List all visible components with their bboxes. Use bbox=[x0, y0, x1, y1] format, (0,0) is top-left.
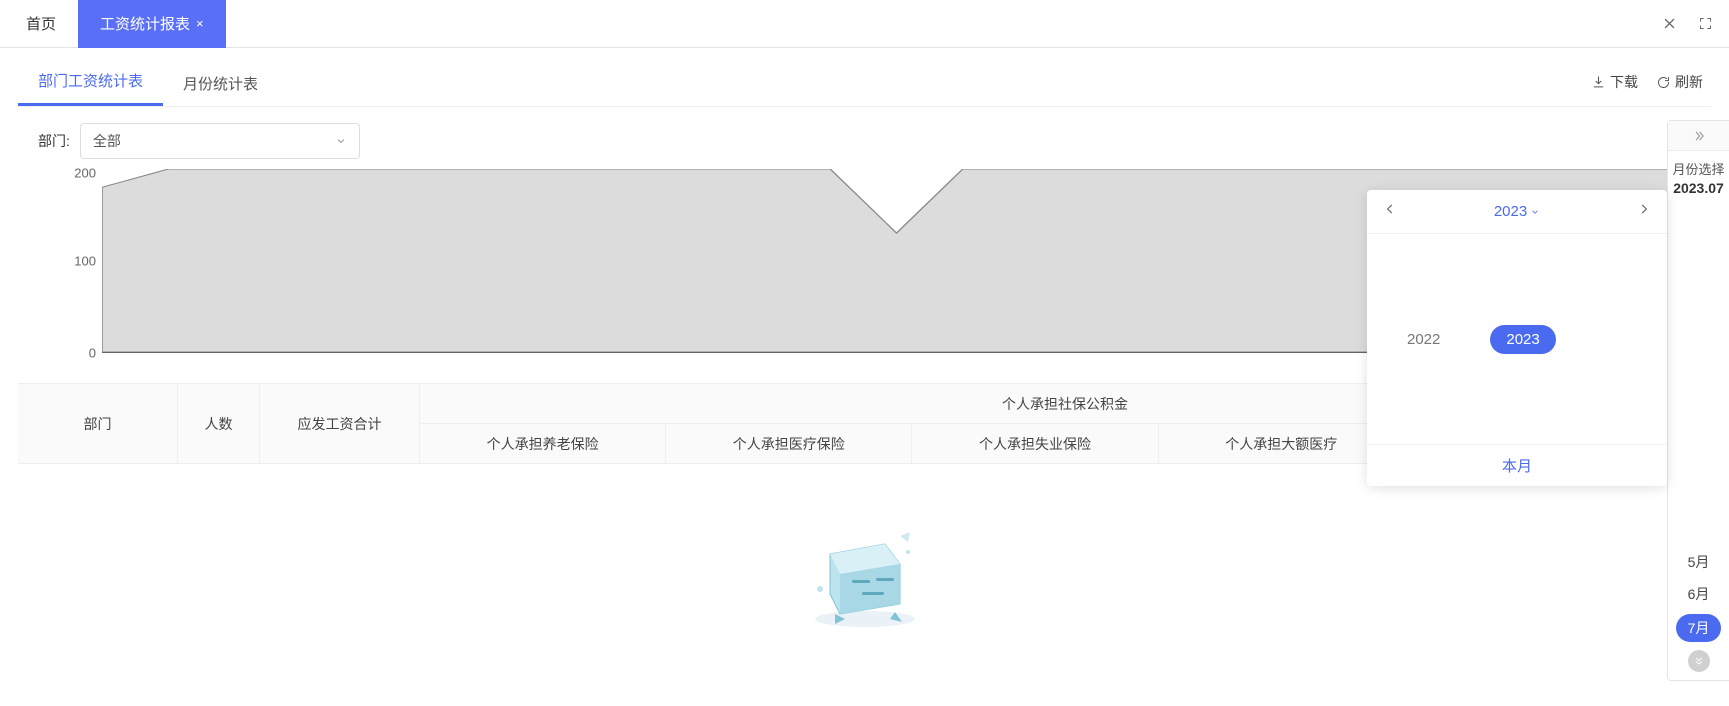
fullscreen-icon bbox=[1698, 16, 1713, 31]
col-dept: 部门 bbox=[18, 384, 178, 464]
refresh-icon bbox=[1656, 75, 1671, 90]
year-picker-popup: 2023 2022 2023 本月 bbox=[1367, 190, 1667, 486]
tab-month-stat[interactable]: 月份统计表 bbox=[163, 61, 278, 106]
this-month-label: 本月 bbox=[1502, 455, 1532, 476]
nav-right bbox=[1653, 8, 1729, 40]
fullscreen-button[interactable] bbox=[1689, 8, 1721, 40]
side-value: 2023.07 bbox=[1668, 180, 1729, 206]
nav-tab-home-label: 首页 bbox=[26, 13, 56, 34]
chevron-left-icon bbox=[1383, 202, 1397, 216]
chevron-down-icon bbox=[1530, 207, 1540, 217]
top-nav: 首页 工资统计报表 × bbox=[0, 0, 1729, 48]
dept-select-value: 全部 bbox=[93, 131, 121, 151]
year-picker-body: 2022 2023 bbox=[1367, 234, 1667, 444]
nav-tab-salary-report[interactable]: 工资统计报表 × bbox=[78, 0, 226, 48]
month-side-panel: 月份选择 2023.07 5月6月 7月 bbox=[1667, 120, 1729, 681]
empty-illustration-icon bbox=[790, 514, 940, 634]
download-icon bbox=[1591, 75, 1606, 90]
y-tick-0: 0 bbox=[89, 346, 96, 361]
col-unemployment: 个人承担失业保险 bbox=[912, 424, 1158, 464]
chevron-right-icon bbox=[1637, 202, 1651, 216]
dept-label: 部门: bbox=[38, 131, 70, 151]
secondary-tabs-row: 部门工资统计表 月份统计表 下载 刷新 bbox=[18, 58, 1711, 107]
more-months-button[interactable] bbox=[1688, 650, 1710, 672]
close-icon[interactable]: × bbox=[196, 16, 204, 31]
side-collapse-button[interactable] bbox=[1668, 121, 1729, 151]
month-item[interactable]: 7月 bbox=[1676, 614, 1721, 642]
col-pension: 个人承担养老保险 bbox=[420, 424, 666, 464]
refresh-button[interactable]: 刷新 bbox=[1656, 72, 1703, 92]
tab-dept-stat-label: 部门工资统计表 bbox=[38, 73, 143, 90]
download-button[interactable]: 下载 bbox=[1591, 72, 1638, 92]
chevron-right-double-icon bbox=[1692, 129, 1706, 143]
col-medical: 个人承担医疗保险 bbox=[666, 424, 912, 464]
month-item[interactable]: 5月 bbox=[1668, 546, 1729, 578]
close-panel-button[interactable] bbox=[1653, 8, 1685, 40]
next-year-button[interactable] bbox=[1637, 202, 1651, 221]
month-item[interactable]: 6月 bbox=[1668, 578, 1729, 610]
y-tick-100: 100 bbox=[74, 254, 96, 269]
month-list: 5月6月 7月 bbox=[1668, 546, 1729, 642]
year-option[interactable]: 2022 bbox=[1391, 325, 1456, 354]
year-display-value: 2023 bbox=[1494, 203, 1527, 220]
secondary-actions: 下载 刷新 bbox=[1591, 72, 1711, 92]
filter-row: 部门: 全部 bbox=[18, 107, 1711, 169]
side-more bbox=[1668, 646, 1729, 680]
nav-tab-home[interactable]: 首页 bbox=[4, 0, 78, 48]
refresh-label: 刷新 bbox=[1675, 72, 1703, 92]
tab-month-stat-label: 月份统计表 bbox=[183, 76, 258, 93]
side-title: 月份选择 bbox=[1668, 151, 1729, 180]
chevron-down-double-icon bbox=[1693, 655, 1705, 667]
chevron-down-icon bbox=[335, 135, 347, 147]
year-picker-header: 2023 bbox=[1367, 190, 1667, 234]
x-icon bbox=[1662, 16, 1677, 31]
year-option[interactable]: 2023 bbox=[1490, 325, 1555, 354]
col-count: 人数 bbox=[178, 384, 260, 464]
y-tick-200: 200 bbox=[74, 166, 96, 181]
nav-tab-salary-report-label: 工资统计报表 bbox=[100, 13, 190, 34]
year-display[interactable]: 2023 bbox=[1494, 203, 1540, 220]
this-month-button[interactable]: 本月 bbox=[1367, 444, 1667, 486]
empty-state bbox=[18, 464, 1711, 634]
prev-year-button[interactable] bbox=[1383, 202, 1397, 221]
secondary-tabs: 部门工资统计表 月份统计表 bbox=[18, 58, 278, 106]
dept-select[interactable]: 全部 bbox=[80, 123, 360, 159]
download-label: 下载 bbox=[1610, 72, 1638, 92]
tab-dept-stat[interactable]: 部门工资统计表 bbox=[18, 58, 163, 106]
col-total-pay: 应发工资合计 bbox=[260, 384, 420, 464]
